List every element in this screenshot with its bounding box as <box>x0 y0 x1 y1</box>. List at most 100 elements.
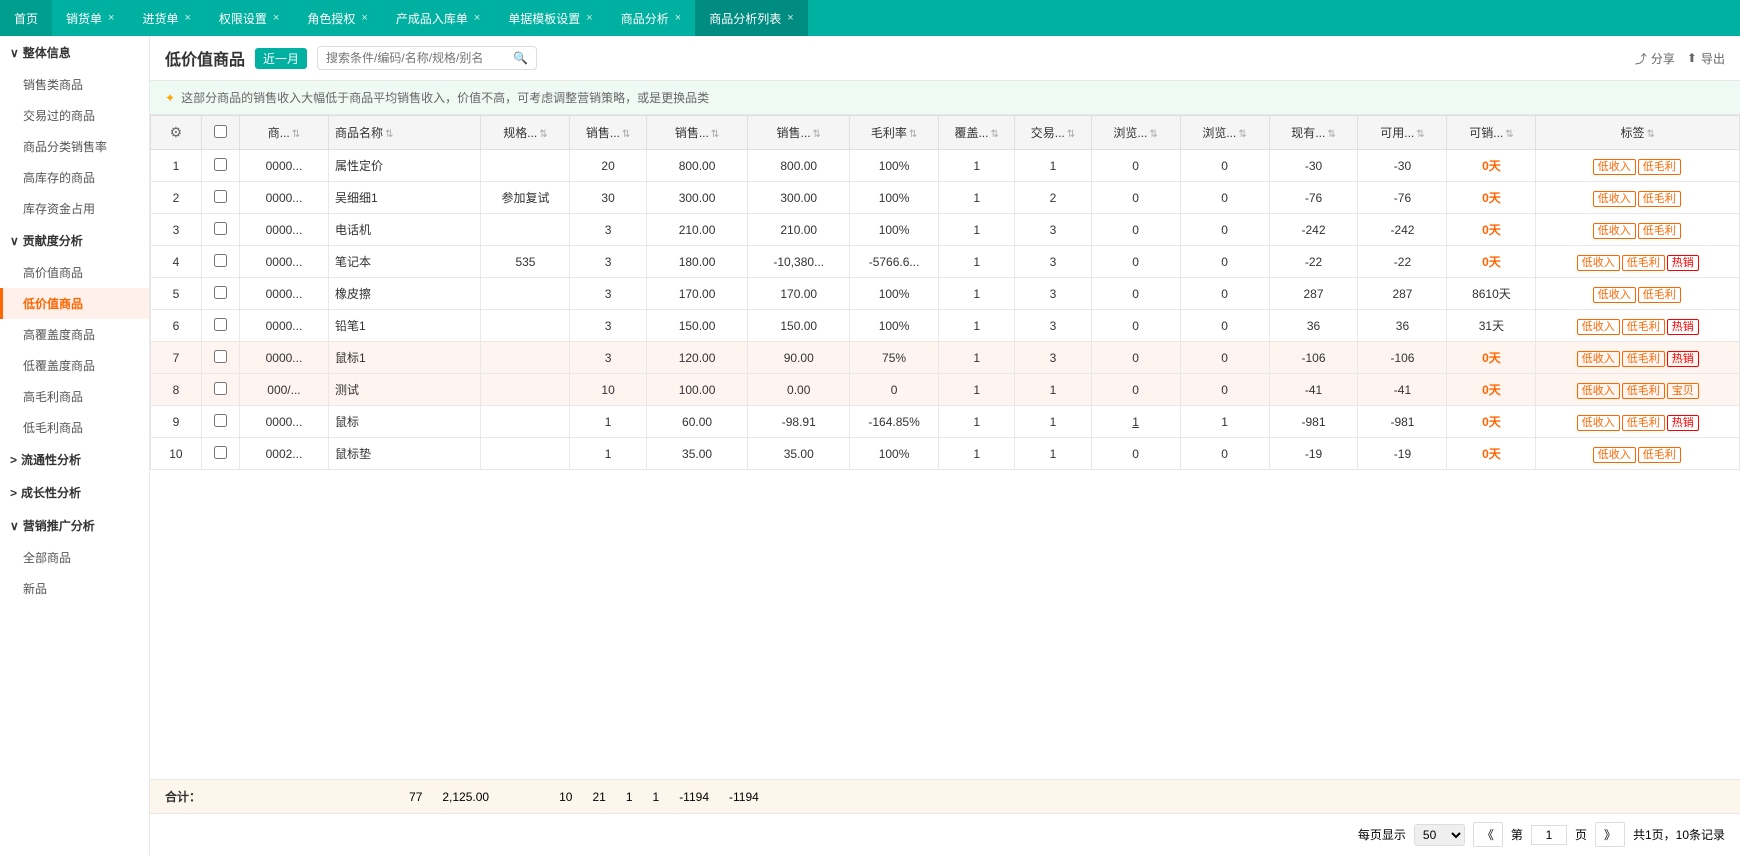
nav-purchase-order[interactable]: 进货单 × <box>128 0 204 36</box>
total-pages-label: 页 <box>1575 826 1587 843</box>
close-icon[interactable]: × <box>108 12 114 24</box>
th-profit-rate[interactable]: 毛利率⇅ <box>850 116 939 150</box>
row-select-checkbox[interactable] <box>214 254 227 267</box>
row-profit: 100% <box>850 214 939 246</box>
row-checkbox[interactable] <box>201 278 239 310</box>
row-browse2: 0 <box>1180 214 1269 246</box>
sidebar: ∨ 整体信息 销售类商品 交易过的商品 商品分类销售率 高库存的商品 库存资金占… <box>0 36 150 855</box>
sidebar-section-liquidity[interactable]: > 流通性分析 <box>0 443 149 476</box>
sidebar-item-traded-products[interactable]: 交易过的商品 <box>0 100 149 131</box>
row-select-checkbox[interactable] <box>214 350 227 363</box>
row-browse1[interactable]: 1 <box>1091 406 1180 438</box>
th-sellable-days[interactable]: 可销...⇅ <box>1447 116 1536 150</box>
th-code[interactable]: 商...⇅ <box>239 116 328 150</box>
close-icon[interactable]: × <box>361 12 367 24</box>
row-select-checkbox[interactable] <box>214 318 227 331</box>
row-browse1[interactable]: 0 <box>1091 246 1180 278</box>
sidebar-section-growth[interactable]: > 成长性分析 <box>0 476 149 509</box>
sidebar-section-marketing[interactable]: ∨ 营销推广分析 <box>0 509 149 542</box>
th-settings[interactable]: ⚙ <box>151 116 202 150</box>
close-icon[interactable]: × <box>787 12 793 24</box>
row-checkbox[interactable] <box>201 438 239 470</box>
close-icon[interactable]: × <box>586 12 592 24</box>
sidebar-item-high-value[interactable]: 高价值商品 <box>0 257 149 288</box>
row-num: 6 <box>151 310 202 342</box>
close-icon[interactable]: × <box>675 12 681 24</box>
th-browse1[interactable]: 浏览...⇅ <box>1091 116 1180 150</box>
row-select-checkbox[interactable] <box>214 286 227 299</box>
th-checkbox[interactable] <box>201 116 239 150</box>
sidebar-item-all-products[interactable]: 全部商品 <box>0 542 149 573</box>
row-checkbox[interactable] <box>201 310 239 342</box>
close-icon[interactable]: × <box>184 12 190 24</box>
row-checkbox[interactable] <box>201 214 239 246</box>
share-btn[interactable]: ⤴ 分享 <box>1635 50 1675 67</box>
row-browse1[interactable]: 0 <box>1091 438 1180 470</box>
nav-sales-order[interactable]: 销货单 × <box>52 0 128 36</box>
close-icon[interactable]: × <box>273 12 279 24</box>
th-available[interactable]: 可用...⇅ <box>1358 116 1447 150</box>
row-select-checkbox[interactable] <box>214 414 227 427</box>
nav-home[interactable]: 首页 <box>0 0 52 36</box>
page-input[interactable] <box>1531 825 1567 845</box>
first-page-btn[interactable]: 《 <box>1473 822 1503 847</box>
sidebar-item-sales-products[interactable]: 销售类商品 <box>0 69 149 100</box>
row-checkbox[interactable] <box>201 406 239 438</box>
row-qty: 20 <box>570 150 646 182</box>
search-icon[interactable]: 🔍 <box>513 51 528 65</box>
search-input[interactable] <box>326 51 509 65</box>
th-tags[interactable]: 标签⇅ <box>1536 116 1740 150</box>
row-browse1[interactable]: 0 <box>1091 278 1180 310</box>
row-browse1[interactable]: 0 <box>1091 150 1180 182</box>
th-sales-qty[interactable]: 销售...⇅ <box>570 116 646 150</box>
th-sales-amt[interactable]: 销售...⇅ <box>646 116 748 150</box>
row-browse1[interactable]: 0 <box>1091 374 1180 406</box>
nav-product-analysis-list[interactable]: 商品分析列表 × <box>695 0 807 36</box>
filter-btn[interactable]: 近一月 <box>255 48 307 69</box>
sidebar-item-category-sales[interactable]: 商品分类销售率 <box>0 131 149 162</box>
last-page-btn[interactable]: 》 <box>1595 822 1625 847</box>
sidebar-item-low-profit[interactable]: 低毛利商品 <box>0 412 149 443</box>
sidebar-item-stock-capital[interactable]: 库存资金占用 <box>0 193 149 224</box>
th-coverage[interactable]: 覆盖...⇅ <box>939 116 1015 150</box>
per-page-select[interactable]: 50 100 <box>1414 824 1465 846</box>
th-browse2[interactable]: 浏览...⇅ <box>1180 116 1269 150</box>
row-checkbox[interactable] <box>201 150 239 182</box>
row-browse1[interactable]: 0 <box>1091 342 1180 374</box>
row-checkbox[interactable] <box>201 374 239 406</box>
sidebar-section-overall[interactable]: ∨ 整体信息 <box>0 36 149 69</box>
sidebar-item-high-stock[interactable]: 高库存的商品 <box>0 162 149 193</box>
th-sales-val[interactable]: 销售...⇅ <box>748 116 850 150</box>
row-checkbox[interactable] <box>201 342 239 374</box>
row-amt: 60.00 <box>646 406 748 438</box>
sidebar-section-contribution[interactable]: ∨ 贡献度分析 <box>0 224 149 257</box>
row-browse1[interactable]: 0 <box>1091 310 1180 342</box>
nav-permission-settings[interactable]: 权限设置 × <box>205 0 293 36</box>
sidebar-item-low-value[interactable]: 低价值商品 <box>0 288 149 319</box>
export-btn[interactable]: ⬆ 导出 <box>1687 50 1725 67</box>
select-all-checkbox[interactable] <box>214 125 227 138</box>
close-icon[interactable]: × <box>474 12 480 24</box>
th-stock[interactable]: 现有...⇅ <box>1269 116 1358 150</box>
row-checkbox[interactable] <box>201 182 239 214</box>
th-spec[interactable]: 规格...⇅ <box>481 116 570 150</box>
th-name[interactable]: 商品名称⇅ <box>328 116 481 150</box>
row-code: 0000... <box>239 342 328 374</box>
th-deal[interactable]: 交易...⇅ <box>1015 116 1091 150</box>
sidebar-item-new-products[interactable]: 新品 <box>0 573 149 604</box>
row-select-checkbox[interactable] <box>214 222 227 235</box>
row-select-checkbox[interactable] <box>214 382 227 395</box>
row-browse1[interactable]: 0 <box>1091 182 1180 214</box>
row-select-checkbox[interactable] <box>214 446 227 459</box>
nav-template-settings[interactable]: 单据模板设置 × <box>494 0 606 36</box>
sidebar-item-low-coverage[interactable]: 低覆盖度商品 <box>0 350 149 381</box>
nav-role-auth[interactable]: 角色授权 × <box>293 0 381 36</box>
row-select-checkbox[interactable] <box>214 190 227 203</box>
row-browse1[interactable]: 0 <box>1091 214 1180 246</box>
sidebar-item-high-profit[interactable]: 高毛利商品 <box>0 381 149 412</box>
row-select-checkbox[interactable] <box>214 158 227 171</box>
nav-finished-goods[interactable]: 产成品入库单 × <box>382 0 494 36</box>
nav-product-analysis[interactable]: 商品分析 × <box>607 0 695 36</box>
row-checkbox[interactable] <box>201 246 239 278</box>
sidebar-item-high-coverage[interactable]: 高覆盖度商品 <box>0 319 149 350</box>
